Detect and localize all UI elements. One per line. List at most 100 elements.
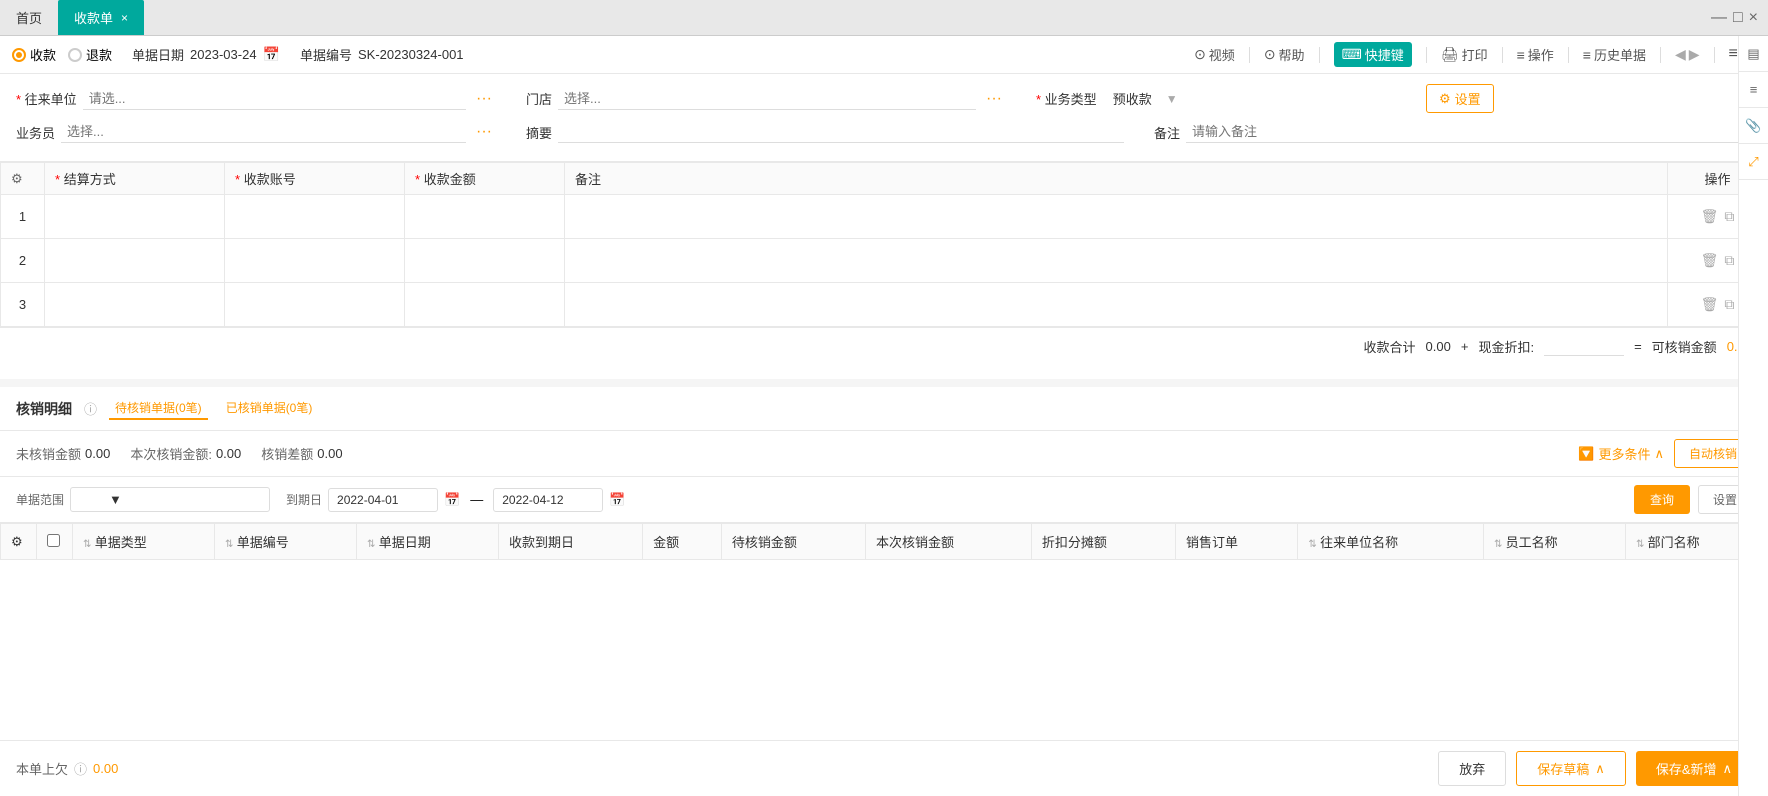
bottom-col-checkbox[interactable]	[37, 524, 73, 560]
range-select[interactable]: ▼	[70, 487, 270, 512]
shortcut-btn[interactable]: ⌨ 快捷键	[1334, 42, 1412, 67]
history-btn[interactable]: ≡ 历史单据	[1583, 45, 1646, 64]
row-3-copy-btn[interactable]: ⧉	[1724, 296, 1734, 313]
video-btn[interactable]: ⊙ 视频	[1194, 45, 1235, 64]
row-2-delete-btn[interactable]: 🗑	[1701, 252, 1719, 269]
calendar-end-icon[interactable]: 📅	[609, 492, 625, 508]
save-draft-btn[interactable]: 保存草稿 ∧	[1516, 751, 1626, 786]
row-2-copy-btn[interactable]: ⧉	[1724, 252, 1734, 269]
sidebar-expand-icon[interactable]: ⤢	[1739, 144, 1768, 180]
row-3-account[interactable]	[225, 283, 405, 327]
partner-more-btn[interactable]: ···	[472, 90, 496, 108]
discount-input[interactable]	[1544, 336, 1624, 356]
row-1-account[interactable]	[225, 195, 405, 239]
select-all-checkbox[interactable]	[47, 534, 60, 547]
current-value: 0.00	[216, 446, 241, 461]
date-start-input[interactable]	[328, 488, 438, 512]
tab-close-btn[interactable]: ×	[121, 11, 128, 25]
row-3-delete-btn[interactable]: 🗑	[1701, 296, 1719, 313]
discount-label: 现金折扣:	[1478, 337, 1534, 356]
hexiao-stats-right: 🔽 更多条件 ∧ 自动核销	[1578, 439, 1752, 468]
help-btn[interactable]: ⊙ 帮助	[1264, 45, 1305, 64]
ops-btn[interactable]: ≡ 操作	[1517, 45, 1554, 64]
more-conditions-btn[interactable]: 🔽 更多条件 ∧	[1578, 444, 1664, 463]
bottom-col-current: 本次核销金额	[866, 524, 1032, 560]
form-row-2: 业务员 ··· 摘要 备注	[16, 121, 1752, 143]
total-value: 0.00	[1426, 339, 1451, 354]
date-end-input[interactable]	[493, 488, 603, 512]
row-1-amount[interactable]	[405, 195, 565, 239]
bottom-gear-icon[interactable]: ⚙	[11, 534, 23, 549]
employee-more-btn[interactable]: ···	[472, 123, 496, 141]
abandon-btn[interactable]: 放弃	[1438, 751, 1506, 786]
row-1-notes[interactable]	[565, 195, 1668, 239]
col-doc-date-label: 单据日期	[379, 535, 431, 550]
current-hexiao-stat: 本次核销金额: 0.00	[130, 444, 241, 463]
calendar-icon[interactable]: 📅	[263, 46, 280, 63]
print-btn[interactable]: 🖨 打印	[1441, 45, 1488, 64]
save-draft-label: 保存草稿	[1537, 759, 1589, 778]
radio-receipt[interactable]: 收款	[12, 45, 56, 64]
tab-home[interactable]: 首页	[0, 0, 58, 35]
close-btn[interactable]: ×	[1749, 9, 1758, 27]
next-arrow[interactable]: ▶	[1689, 46, 1700, 63]
partner-input[interactable]	[83, 88, 466, 110]
biz-type-dropdown-arrow[interactable]: ▼	[1166, 92, 1178, 106]
hexiao-info-icon[interactable]: ⓘ	[84, 399, 97, 418]
row-2-payment[interactable]	[45, 239, 225, 283]
col-payment-header: * 结算方式	[45, 163, 225, 195]
tab-current[interactable]: 收款单 ×	[58, 0, 144, 35]
store-more-btn[interactable]: ···	[982, 90, 1006, 108]
list-view-btn[interactable]: ≡	[1729, 45, 1738, 65]
settings-label: 设置	[1455, 89, 1481, 108]
bottom-col-settings[interactable]: ⚙	[1, 524, 37, 560]
row-2-amount[interactable]	[405, 239, 565, 283]
date-field: 单据日期 2023-03-24 📅	[132, 45, 280, 64]
store-input[interactable]	[558, 88, 976, 110]
hexiao-tab-pending[interactable]: 待核销单据(0笔)	[109, 397, 208, 420]
col-due-date-label: 收款到期日	[509, 535, 574, 550]
divider6	[1660, 47, 1661, 63]
toolbar-right: ⊙ 视频 ⊙ 帮助 ⌨ 快捷键 🖨 打印 ≡ 操作	[1194, 42, 1756, 67]
row-3-payment[interactable]	[45, 283, 225, 327]
summary-input[interactable]	[558, 121, 1124, 143]
radio-receipt-dot	[12, 48, 26, 62]
calendar-start-icon[interactable]: 📅	[444, 492, 460, 508]
minimize-btn[interactable]: —	[1711, 9, 1727, 27]
main-container: 收款 退款 单据日期 2023-03-24 📅 单据编号 SK-20230324…	[0, 36, 1768, 796]
col-settings-header[interactable]: ⚙	[1, 163, 45, 195]
maximize-btn[interactable]: □	[1733, 9, 1743, 27]
col-notes-label: 备注	[575, 172, 601, 187]
prev-arrow[interactable]: ◀	[1675, 46, 1686, 63]
radio-refund[interactable]: 退款	[68, 45, 112, 64]
employee-input[interactable]	[61, 121, 466, 143]
sidebar-list-icon[interactable]: ≡	[1739, 72, 1768, 108]
balance-info-icon[interactable]: ⓘ	[74, 759, 87, 778]
sidebar-attach-icon[interactable]: 📎	[1739, 108, 1768, 144]
video-icon: ⊙	[1194, 46, 1206, 63]
col-sales-order-label: 销售订单	[1186, 535, 1238, 550]
notes-field: 备注	[1154, 121, 1752, 143]
row-2-account[interactable]	[225, 239, 405, 283]
query-btn[interactable]: 查询	[1634, 485, 1690, 514]
row-3-amount[interactable]	[405, 283, 565, 327]
diff-value: 0.00	[317, 446, 342, 461]
radio-refund-label: 退款	[86, 45, 112, 64]
hexiao-tab-done[interactable]: 已核销单据(0笔)	[220, 397, 319, 420]
notes-input[interactable]	[1186, 121, 1752, 143]
save-new-btn[interactable]: 保存&新增 ∧	[1636, 751, 1752, 786]
table-gear-icon[interactable]: ⚙	[11, 171, 23, 186]
row-3-notes[interactable]	[565, 283, 1668, 327]
row-1-delete-btn[interactable]: 🗑	[1701, 208, 1719, 225]
range-dropdown-icon: ▼	[109, 492, 122, 507]
section-divider	[0, 379, 1768, 387]
col-pending-label: 待核销金额	[732, 535, 797, 550]
biz-type-label: 业务类型	[1036, 89, 1097, 108]
row-1-payment[interactable]	[45, 195, 225, 239]
form-settings-btn[interactable]: ⚙ 设置	[1426, 84, 1494, 113]
row-1-copy-btn[interactable]: ⧉	[1724, 208, 1734, 225]
row-2-notes[interactable]	[565, 239, 1668, 283]
more-conditions-label: 更多条件	[1598, 444, 1650, 463]
summary-label: 摘要	[526, 123, 552, 142]
sidebar-table-icon[interactable]: ▤	[1739, 36, 1768, 72]
